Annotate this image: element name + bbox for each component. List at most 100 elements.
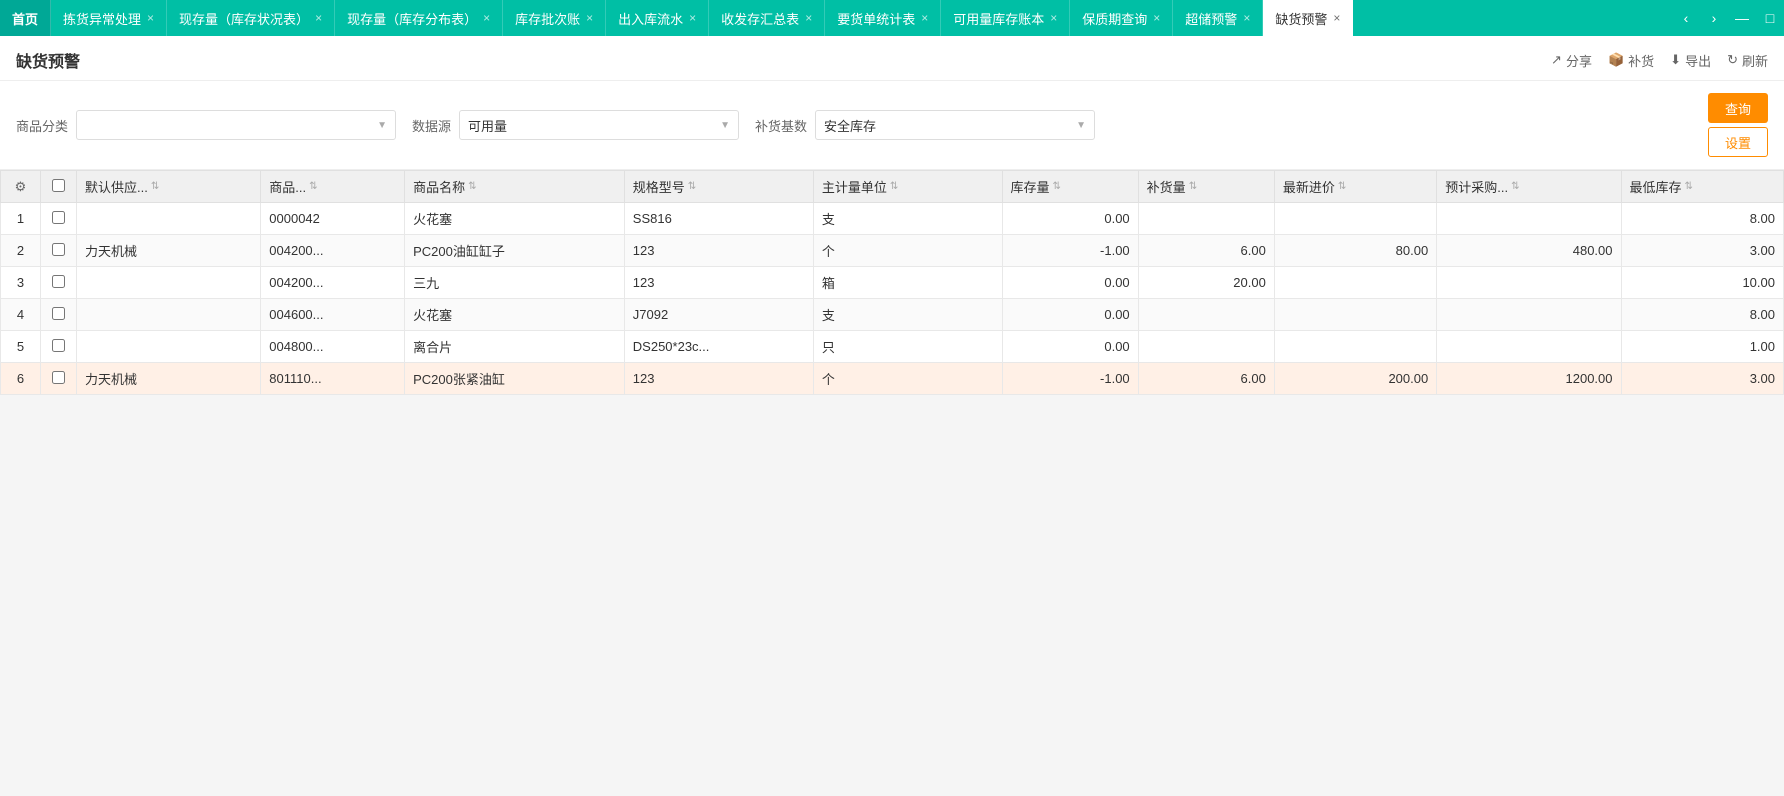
cell-spec: J7092 (624, 299, 813, 331)
column-header-latest-price[interactable]: 最新进价⇅ (1274, 171, 1436, 203)
row-number: 1 (1, 203, 41, 235)
column-header-spec[interactable]: 规格型号⇅ (624, 171, 813, 203)
tab-close-icon[interactable]: × (1050, 11, 1057, 25)
tab-maximize-button[interactable]: □ (1756, 0, 1784, 36)
category-select[interactable]: ▼ (76, 110, 396, 140)
tab-close-icon[interactable]: × (1243, 11, 1250, 25)
sort-icon: ⇅ (151, 181, 159, 192)
tab-label: 要货单统计表 (837, 9, 915, 28)
tab-close-icon[interactable]: × (483, 11, 490, 25)
column-header-replenish[interactable]: 补货量⇅ (1138, 171, 1274, 203)
cell-estimated (1437, 203, 1621, 235)
tab-缺货预警[interactable]: 缺货预警 × (1263, 0, 1353, 36)
tab-close-icon[interactable]: × (1333, 11, 1340, 25)
cell-spec: 123 (624, 267, 813, 299)
main-content: 缺货预警 ↗ 分享 📦 补货 ⬇ 导出 ↻ 刷新 商品分类 (0, 36, 1784, 395)
tab-close-icon[interactable]: × (315, 11, 322, 25)
category-filter-group: 商品分类 ▼ (16, 110, 396, 140)
cell-replenish (1138, 299, 1274, 331)
cell-unit: 只 (813, 331, 1002, 363)
tab-label: 出入库流水 (618, 9, 683, 28)
tab-异常处理[interactable]: 拣货异常处理 × (51, 0, 167, 36)
select-all-checkbox[interactable] (52, 179, 65, 192)
row-checkbox[interactable] (52, 371, 65, 384)
column-header-code[interactable]: 商品...⇅ (261, 171, 405, 203)
row-checkbox[interactable] (52, 243, 65, 256)
export-button[interactable]: ⬇ 导出 (1670, 51, 1711, 70)
cell-stock: -1.00 (1002, 235, 1138, 267)
tab-库存分布表[interactable]: 现存量（库存分布表） × (335, 0, 503, 36)
tab-close-icon[interactable]: × (921, 11, 928, 25)
tab-label: 现存量（库存状况表） (179, 9, 309, 28)
replenish-select[interactable]: 安全库存 ▼ (815, 110, 1095, 140)
query-button[interactable]: 查询 (1708, 93, 1768, 123)
table-row: 3 004200... 三九 123 箱 0.00 20.00 10.00 (1, 267, 1784, 299)
cell-latest-price (1274, 203, 1436, 235)
tab-label: 超储预警 (1185, 9, 1237, 28)
tab-收发存汇总表[interactable]: 收发存汇总表 × (709, 0, 825, 36)
setting-button[interactable]: 设置 (1708, 127, 1768, 157)
cell-code: 004200... (261, 235, 405, 267)
tab-scroll-right-button[interactable]: › (1700, 0, 1728, 36)
cell-estimated (1437, 331, 1621, 363)
row-number: 2 (1, 235, 41, 267)
cell-latest-price: 200.00 (1274, 363, 1436, 395)
refresh-label: 刷新 (1742, 51, 1768, 70)
column-header-supplier[interactable]: 默认供应...⇅ (77, 171, 261, 203)
tab-close-icon[interactable]: × (1153, 11, 1160, 25)
row-number: 4 (1, 299, 41, 331)
column-header-stock[interactable]: 库存量⇅ (1002, 171, 1138, 203)
cell-min-stock: 3.00 (1621, 363, 1784, 395)
tab-label: 拣货异常处理 (63, 9, 141, 28)
share-label: 分享 (1566, 51, 1592, 70)
tab-出入库流水[interactable]: 出入库流水 × (606, 0, 709, 36)
column-header-unit[interactable]: 主计量单位⇅ (813, 171, 1002, 203)
table-row: 6 力天机械 801110... PC200张紧油缸 123 个 -1.00 6… (1, 363, 1784, 395)
cell-min-stock: 3.00 (1621, 235, 1784, 267)
tab-要货单统计表[interactable]: 要货单统计表 × (825, 0, 941, 36)
cell-supplier (77, 203, 261, 235)
cell-spec: 123 (624, 363, 813, 395)
row-checkbox[interactable] (52, 275, 65, 288)
cell-latest-price: 80.00 (1274, 235, 1436, 267)
tab-库存状况表[interactable]: 现存量（库存状况表） × (167, 0, 335, 36)
tab-超储预警[interactable]: 超储预警 × (1173, 0, 1263, 36)
supplement-button[interactable]: 📦 补货 (1608, 51, 1654, 70)
share-button[interactable]: ↗ 分享 (1551, 51, 1592, 70)
row-checkbox-cell (41, 363, 77, 395)
cell-estimated: 1200.00 (1437, 363, 1621, 395)
column-header-estimated[interactable]: 预计采购...⇅ (1437, 171, 1621, 203)
category-filter-label: 商品分类 (16, 116, 68, 135)
tab-close-icon[interactable]: × (586, 11, 593, 25)
sort-icon: ⇅ (1685, 181, 1693, 192)
cell-name: PC200张紧油缸 (405, 363, 625, 395)
column-header-name[interactable]: 商品名称⇅ (405, 171, 625, 203)
table-row: 5 004800... 离合片 DS250*23c... 只 0.00 1.00 (1, 331, 1784, 363)
refresh-button[interactable]: ↻ 刷新 (1727, 51, 1768, 70)
row-checkbox[interactable] (52, 307, 65, 320)
cell-name: PC200油缸缸子 (405, 235, 625, 267)
data-table: ⚙ 默认供应...⇅ 商品...⇅ 商品名称⇅ 规格型号⇅ (0, 170, 1784, 395)
tab-minimize-button[interactable]: — (1728, 0, 1756, 36)
tab-close-icon[interactable]: × (805, 11, 812, 25)
share-icon: ↗ (1551, 52, 1562, 68)
tab-批次账[interactable]: 库存批次账 × (503, 0, 606, 36)
datasource-select[interactable]: 可用量 ▼ (459, 110, 739, 140)
supplement-label: 补货 (1628, 51, 1654, 70)
tab-可用量库存账本[interactable]: 可用量库存账本 × (941, 0, 1070, 36)
row-checkbox-cell (41, 203, 77, 235)
table-settings-icon[interactable]: ⚙ (9, 179, 32, 195)
tab-保质期查询[interactable]: 保质期查询 × (1070, 0, 1173, 36)
tab-close-icon[interactable]: × (147, 11, 154, 25)
tab-home[interactable]: 首页 (0, 0, 51, 36)
cell-estimated (1437, 267, 1621, 299)
tab-scroll-left-button[interactable]: ‹ (1672, 0, 1700, 36)
cell-stock: 0.00 (1002, 299, 1138, 331)
cell-code: 004600... (261, 299, 405, 331)
tab-close-icon[interactable]: × (689, 11, 696, 25)
tab-label: 可用量库存账本 (953, 9, 1044, 28)
row-checkbox[interactable] (52, 339, 65, 352)
column-header-settings[interactable]: ⚙ (1, 171, 41, 203)
column-header-min-stock[interactable]: 最低库存⇅ (1621, 171, 1784, 203)
row-checkbox[interactable] (52, 211, 65, 224)
